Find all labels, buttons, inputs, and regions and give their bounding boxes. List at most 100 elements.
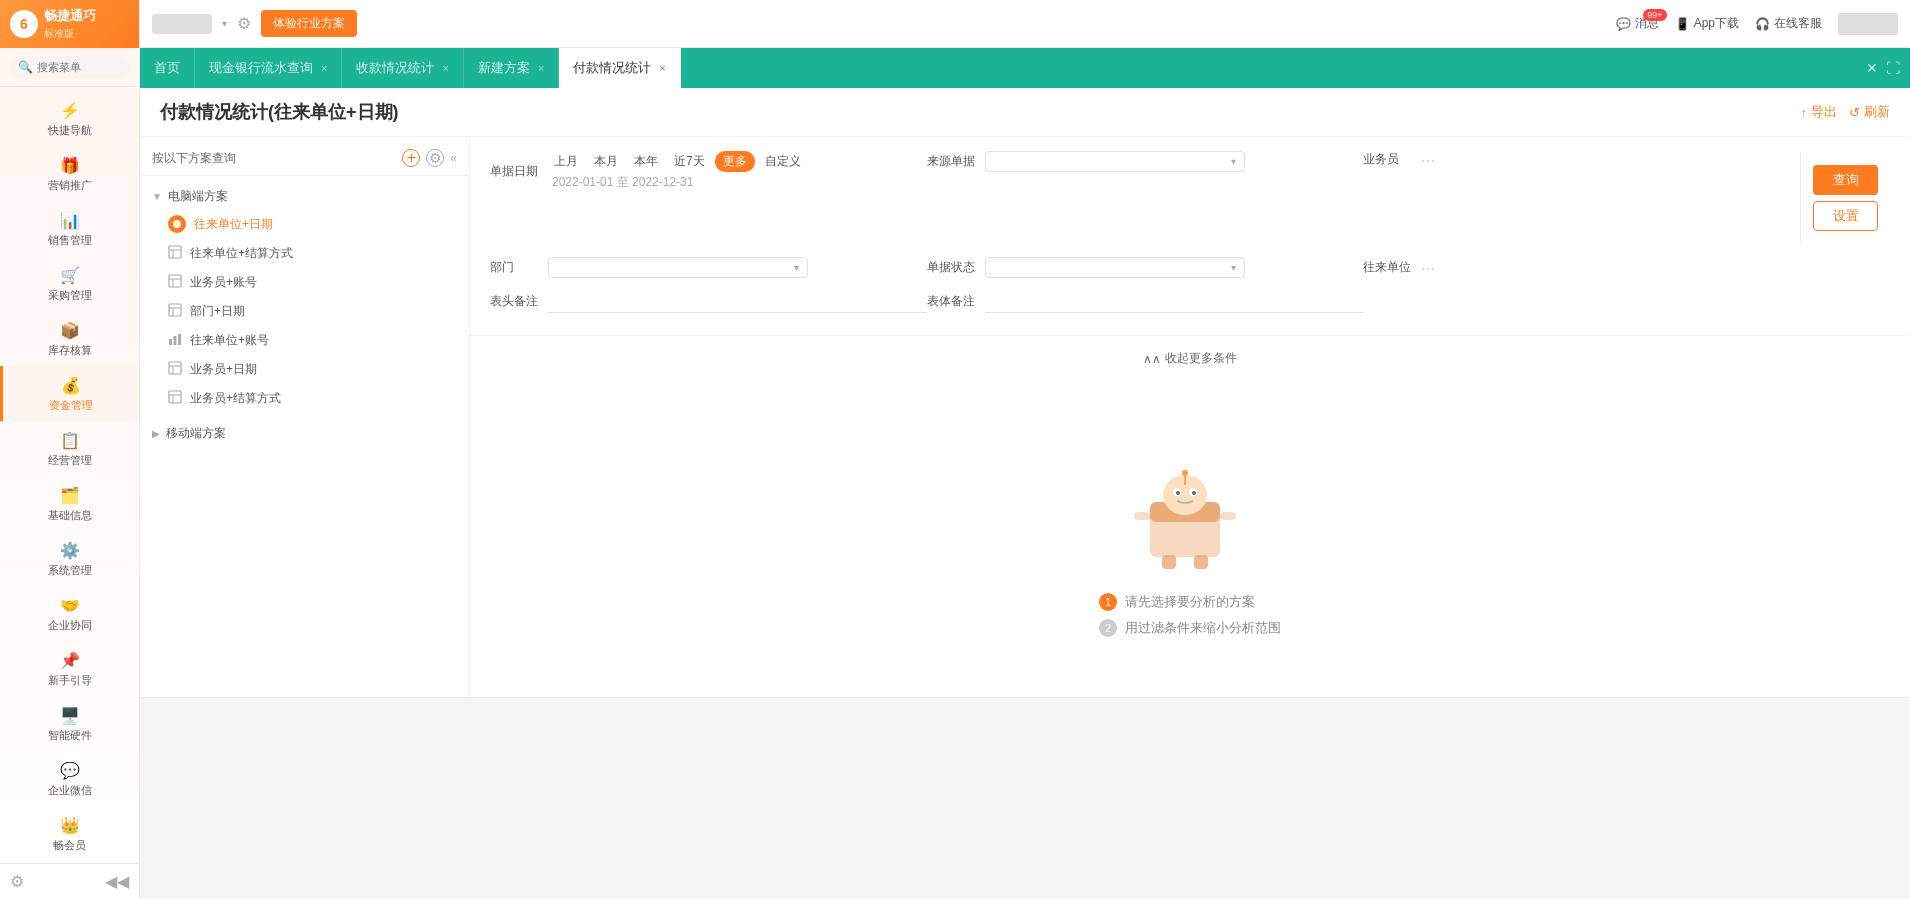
topbar-settings-icon[interactable]: ⚙ xyxy=(237,14,251,33)
dept-label: 部门 xyxy=(490,259,542,276)
sidebar-item-operation[interactable]: 📋 经营管理 xyxy=(0,421,139,476)
scheme-item-label: 业务员+结算方式 xyxy=(190,390,281,407)
message-action[interactable]: 💬 消息 99+ xyxy=(1616,15,1659,32)
date-btn-more[interactable]: 更多 xyxy=(715,151,755,172)
tab-receipt-stats-close[interactable]: × xyxy=(442,62,448,74)
footer-settings-icon[interactable]: ⚙ xyxy=(10,872,24,891)
tab-new-plan-close[interactable]: × xyxy=(538,62,544,74)
sidebar-header: 6 畅捷通巧 标准版 xyxy=(0,0,139,48)
sidebar-item-system[interactable]: ⚙️ 系统管理 xyxy=(0,531,139,586)
scheme-settings-icon[interactable]: ⚙ xyxy=(426,149,444,167)
tab-receipt-stats[interactable]: 收款情况统计 × xyxy=(342,48,463,88)
guide-icon: 📌 xyxy=(59,649,81,671)
sidebar-item-guide[interactable]: 📌 新手引导 xyxy=(0,641,139,696)
settings-btn[interactable]: 设置 xyxy=(1813,201,1878,231)
mobile-section-arrow: ▶ xyxy=(152,428,160,439)
service-action[interactable]: 🎧 在线客服 xyxy=(1755,15,1822,32)
date-btn-this-month[interactable]: 本月 xyxy=(588,151,624,172)
desktop-section-header[interactable]: ▼ 电脑端方案 xyxy=(140,184,469,209)
sidebar-item-marketing[interactable]: 🎁 营销推广 xyxy=(0,146,139,201)
scheme-item-dept-date[interactable]: 部门+日期 xyxy=(140,297,469,326)
sidebar-item-basic-info[interactable]: 🗂️ 基础信息 xyxy=(0,476,139,531)
staff-label: 业务员 xyxy=(1363,151,1415,168)
date-btn-custom[interactable]: 自定义 xyxy=(759,151,807,172)
collapse-icon: ∧∧ xyxy=(1143,352,1161,366)
quick-nav-icon: ⚡ xyxy=(59,99,81,121)
filter-partner-col: 往来单位 ··· xyxy=(1363,259,1800,276)
sidebar-item-wechat[interactable]: 💬 企业微信 xyxy=(0,751,139,806)
scheme-item-unit-date[interactable]: 往来单位+日期 xyxy=(140,209,469,239)
sidebar-search-container: 🔍 xyxy=(0,48,139,87)
message-badge: 99+ xyxy=(1643,9,1666,21)
topbar-actions: 💬 消息 99+ 📱 App下载 🎧 在线客服 xyxy=(1616,13,1898,35)
scheme-item-staff-account[interactable]: 业务员+账号 xyxy=(140,268,469,297)
filter-row-1: 单据日期 上月 本月 本年 近7天 更多 自定义 20 xyxy=(490,151,1890,245)
svg-rect-28 xyxy=(1134,512,1150,520)
sidebar-item-member[interactable]: 👑 畅会员 xyxy=(0,806,139,861)
status-label: 单据状态 xyxy=(927,259,979,276)
partner-dots-btn[interactable]: ··· xyxy=(1421,260,1436,276)
main-content: ▾ ⚙ 体验行业方案 💬 消息 99+ 📱 App下载 🎧 在线客服 首页 xyxy=(140,0,1910,899)
search-icon: 🔍 xyxy=(18,60,33,74)
tab-bank-flow-close[interactable]: × xyxy=(321,62,327,74)
table-icon4 xyxy=(168,361,182,378)
staff-dots-btn[interactable]: ··· xyxy=(1421,152,1436,168)
sidebar-item-inventory[interactable]: 📦 库存核算 xyxy=(0,311,139,366)
empty-illustration xyxy=(1130,457,1250,577)
sidebar-item-label: 智能硬件 xyxy=(48,728,92,743)
sidebar-item-hardware[interactable]: 🖥️ 智能硬件 xyxy=(0,696,139,751)
message-icon: 💬 xyxy=(1616,17,1631,31)
search-input[interactable] xyxy=(37,61,117,73)
sidebar-item-sales[interactable]: 📊 销售管理 xyxy=(0,201,139,256)
scheme-item-staff-settle[interactable]: 业务员+结算方式 xyxy=(140,384,469,413)
query-btn[interactable]: 查询 xyxy=(1813,165,1878,195)
footer-collapse-icon[interactable]: ◀◀ xyxy=(105,872,129,891)
sales-icon: 📊 xyxy=(59,209,81,231)
topbar-dropdown-icon[interactable]: ▾ xyxy=(222,18,227,29)
scheme-item-unit-account[interactable]: 往来单位+账号 xyxy=(140,326,469,355)
export-action[interactable]: ↑ 导出 xyxy=(1801,103,1838,121)
trial-btn[interactable]: 体验行业方案 xyxy=(261,10,357,37)
right-panel: 单据日期 上月 本月 本年 近7天 更多 自定义 20 xyxy=(470,137,1910,697)
scheme-item-label: 往来单位+账号 xyxy=(190,332,269,349)
scheme-panel: 按以下方案查询 + ⚙ « ▼ 电脑端方案 xyxy=(140,137,470,697)
scheme-add-icon[interactable]: + xyxy=(402,149,420,167)
tabbar-close-icon[interactable]: ✕ xyxy=(1866,60,1878,76)
sidebar-item-funds[interactable]: 💰 资金管理 xyxy=(0,366,139,421)
date-btn-7days[interactable]: 近7天 xyxy=(668,151,711,172)
svg-point-24 xyxy=(1176,491,1180,495)
table-icon2 xyxy=(168,274,182,291)
tabbar: 首页 现金银行流水查询 × 收款情况统计 × 新建方案 × 付款情况统计 × ✕… xyxy=(140,48,1910,88)
body-note-input[interactable] xyxy=(985,290,1364,313)
enterprise-icon: 🤝 xyxy=(59,594,81,616)
mobile-section-header[interactable]: ▶ 移动端方案 xyxy=(140,421,469,446)
tab-payment-stats[interactable]: 付款情况统计 × xyxy=(559,48,680,88)
sidebar-item-purchase[interactable]: 🛒 采购管理 xyxy=(0,256,139,311)
dept-select[interactable]: ▾ xyxy=(548,257,808,278)
sidebar-item-enterprise[interactable]: 🤝 企业协同 xyxy=(0,586,139,641)
wechat-icon: 💬 xyxy=(59,759,81,781)
sidebar-footer: ⚙ ◀◀ xyxy=(0,863,139,899)
collapse-btn[interactable]: ∧∧ 收起更多条件 xyxy=(1131,346,1249,371)
app-download-action[interactable]: 📱 App下载 xyxy=(1675,15,1739,32)
tab-bank-flow[interactable]: 现金银行流水查询 × xyxy=(195,48,342,88)
scheme-collapse-icon[interactable]: « xyxy=(450,151,457,165)
tabbar-expand-icon[interactable]: ⛶ xyxy=(1886,60,1900,76)
tab-new-plan[interactable]: 新建方案 × xyxy=(464,48,559,88)
date-controls: 上月 本月 本年 近7天 更多 自定义 2022-01-01 至 2022-12… xyxy=(548,151,807,191)
marketing-icon: 🎁 xyxy=(59,154,81,176)
tab-payment-stats-close[interactable]: × xyxy=(659,62,665,74)
app-icon: 📱 xyxy=(1675,17,1690,31)
date-btn-this-year[interactable]: 本年 xyxy=(628,151,664,172)
source-select[interactable]: ▾ xyxy=(985,151,1245,172)
status-select[interactable]: ▾ xyxy=(985,257,1245,278)
scheme-item-staff-date[interactable]: 业务员+日期 xyxy=(140,355,469,384)
filter-date-col: 单据日期 上月 本月 本年 近7天 更多 自定义 20 xyxy=(490,151,927,191)
sidebar-item-label: 快捷导航 xyxy=(48,123,92,138)
header-note-input[interactable] xyxy=(548,290,927,313)
refresh-action[interactable]: ↺ 刷新 xyxy=(1849,103,1890,121)
tab-home[interactable]: 首页 xyxy=(140,48,195,88)
sidebar-item-quick-nav[interactable]: ⚡ 快捷导航 xyxy=(0,91,139,146)
date-btn-last-month[interactable]: 上月 xyxy=(548,151,584,172)
scheme-item-unit-settle[interactable]: 往来单位+结算方式 xyxy=(140,239,469,268)
